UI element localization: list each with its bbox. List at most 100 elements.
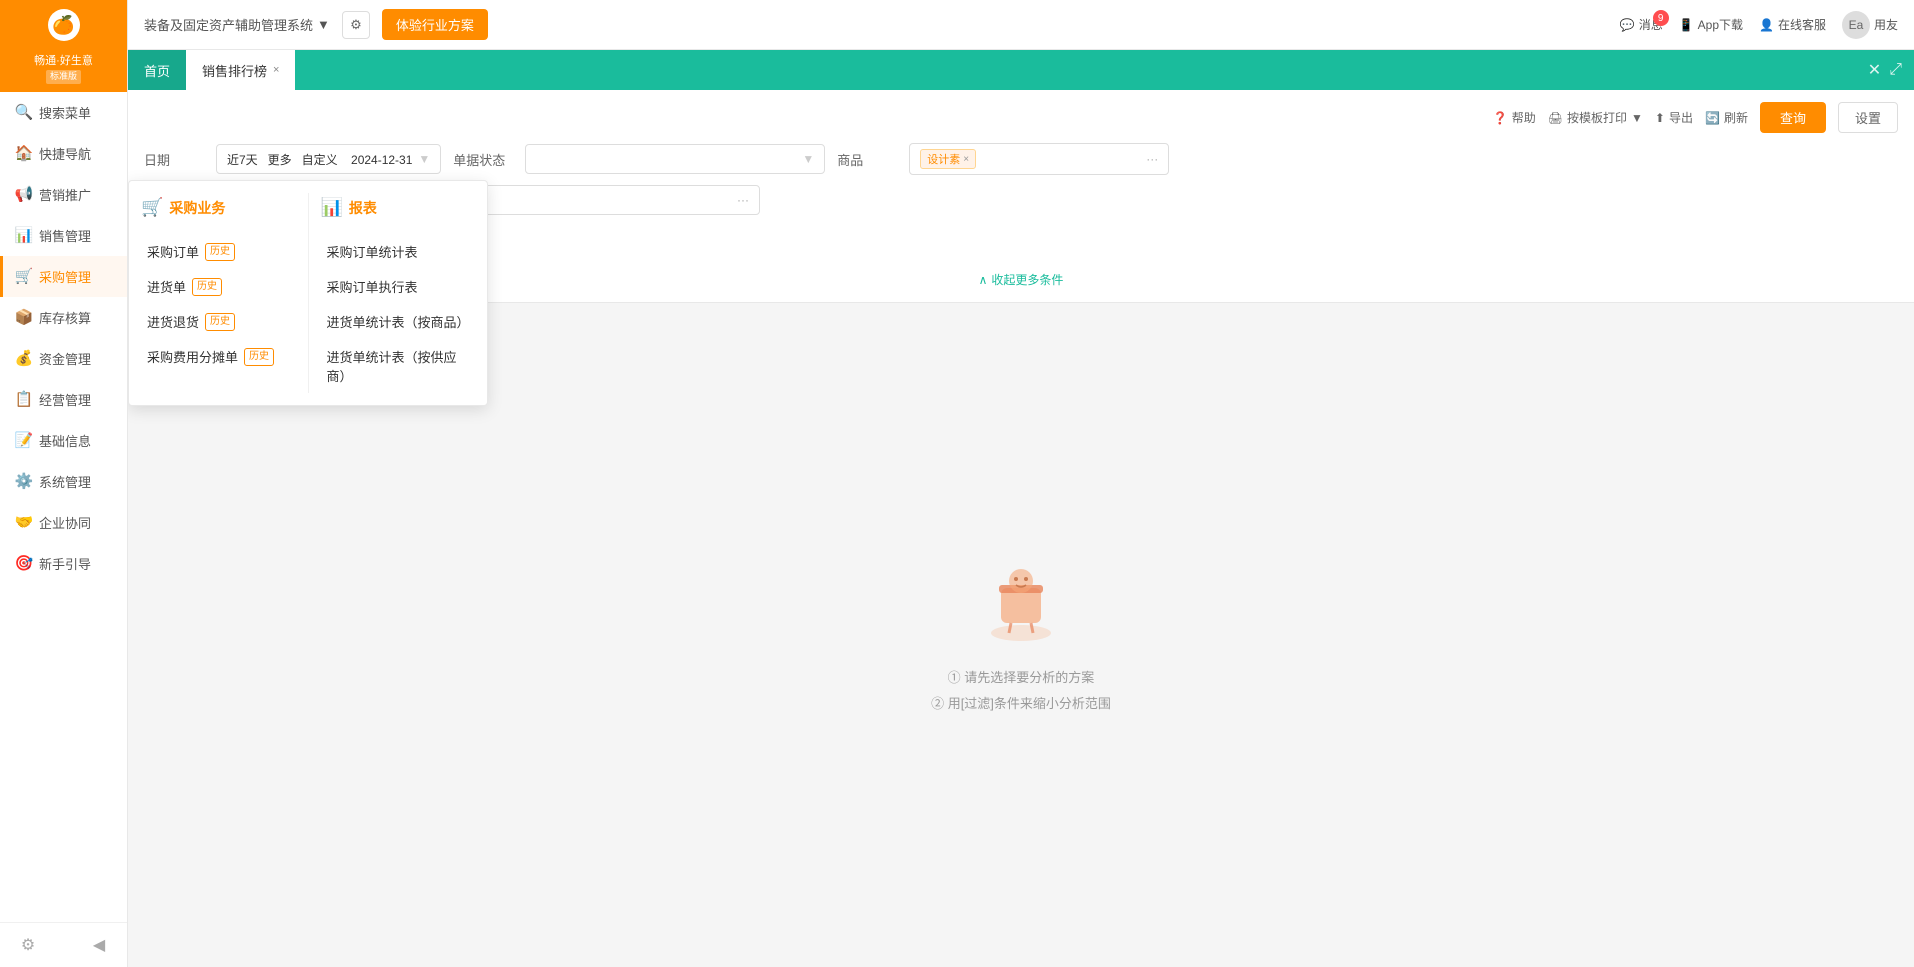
date-range-value: 近7天 更多 自定义 2024-12-31	[227, 151, 412, 168]
sidebar-logo: 🍊	[0, 0, 127, 50]
print-btn[interactable]: 🖨 按模板打印 ▼	[1548, 109, 1643, 126]
goods-label: 商品	[837, 150, 897, 169]
help-btn[interactable]: ❓ 帮助	[1493, 109, 1536, 126]
sidebar-item-finance[interactable]: 💰 资金管理	[0, 338, 127, 379]
brand-tag: 标准版	[46, 70, 81, 84]
date-range-select[interactable]: 近7天 更多 自定义 2024-12-31 ▼	[216, 144, 441, 174]
content-area: ❓ 帮助 🖨 按模板打印 ▼ ⬆ 导出 🔄 刷新 查询 设置	[128, 90, 1914, 967]
sidebar-label-nav: 快捷导航	[39, 144, 91, 163]
purchase-order-badge: 历史	[205, 243, 235, 261]
sidebar-brand: 畅通·好生意 标准版	[0, 50, 127, 92]
sidebar-label-operation: 经营管理	[39, 390, 91, 409]
voucher-status-select[interactable]: ▼	[525, 144, 825, 174]
home-icon: 🏠	[15, 144, 33, 162]
dropdown-item-order-exec[interactable]: 采购订单执行表	[321, 269, 476, 304]
message-badge: 9	[1653, 10, 1669, 26]
system-title-select[interactable]: 装备及固定资产辅助管理系统 ▼	[144, 15, 330, 34]
app-label: App下载	[1698, 16, 1743, 33]
sidebar-item-inventory[interactable]: 📦 库存核算	[0, 297, 127, 338]
sales-icon: 📊	[15, 226, 33, 244]
tabbar-close-icon[interactable]: ✕	[1868, 60, 1881, 80]
empty-line1: ① 请先选择要分析的方案	[948, 665, 1095, 691]
print-label: 按模板打印	[1567, 109, 1627, 126]
dropdown-item-inbound-by-goods[interactable]: 进货单统计表（按商品）	[321, 304, 476, 339]
sidebar-label-finance: 资金管理	[39, 349, 91, 368]
export-icon: ⬆	[1655, 111, 1665, 125]
sidebar-item-purchase[interactable]: 🛒 采购管理	[0, 256, 127, 297]
online-service-item[interactable]: 👤 在线客服	[1759, 16, 1826, 33]
footer-collapse-icon[interactable]: ◀	[87, 933, 111, 957]
empty-line1-text: 请先选择要分析的方案	[964, 670, 1094, 685]
settings-btn[interactable]: 设置	[1838, 102, 1898, 133]
tab-close-icon[interactable]: ×	[273, 64, 279, 76]
inbound-by-goods-label: 进货单统计表（按商品）	[327, 312, 470, 331]
refresh-btn[interactable]: 🔄 刷新	[1705, 109, 1748, 126]
report-col-title-text: 报表	[349, 198, 377, 218]
report-col-icon: 📊	[321, 197, 343, 218]
query-btn[interactable]: 查询	[1760, 102, 1826, 133]
inventory-icon: 📦	[15, 308, 33, 326]
topbar: 装备及固定资产辅助管理系统 ▼ ⚙ 体验行业方案 💬 消息 9 📱 App下载 …	[128, 0, 1914, 50]
tab-sales-rank-label: 销售排行榜	[202, 61, 267, 80]
dropdown-item-return[interactable]: 进货退货 历史	[141, 304, 296, 339]
sidebar-item-basic[interactable]: 📝 基础信息	[0, 420, 127, 461]
sidebar-item-operation[interactable]: 📋 经营管理	[0, 379, 127, 420]
brand-name: 畅通·好生意	[8, 54, 119, 68]
message-item[interactable]: 💬 消息 9	[1620, 16, 1663, 33]
date-range-dropdown: ▼	[418, 152, 430, 166]
user-item[interactable]: Ea 用友	[1842, 11, 1898, 39]
system-title: 装备及固定资产辅助管理系统	[144, 15, 313, 34]
export-label: 导出	[1669, 109, 1693, 126]
user-label: 用友	[1874, 16, 1898, 33]
dropdown-item-expense[interactable]: 采购费用分摊单 历史	[141, 339, 296, 374]
goods-select[interactable]: 设计素 × ···	[909, 143, 1169, 175]
sidebar-item-nav[interactable]: 🏠 快捷导航	[0, 133, 127, 174]
purchase-col-icon: 🛒	[141, 197, 163, 218]
tab-sales-rank[interactable]: 销售排行榜 ×	[186, 50, 295, 90]
tabbar: 首页 销售排行榜 × ✕ ⤢	[128, 50, 1914, 90]
industry-btn[interactable]: 体验行业方案	[382, 9, 488, 40]
sidebar-label-marketing: 营销推广	[39, 185, 91, 204]
purchase-order-label: 采购订单	[147, 242, 199, 261]
purchase-col-title: 🛒 采购业务	[141, 193, 296, 222]
expense-label: 采购费用分摊单	[147, 347, 238, 366]
footer-settings-icon[interactable]: ⚙	[16, 933, 40, 957]
tabbar-expand-icon[interactable]: ⤢	[1889, 61, 1902, 79]
dropdown-item-inbound-by-supplier[interactable]: 进货单统计表（按供应商）	[321, 339, 476, 393]
sidebar-item-sales[interactable]: 📊 销售管理	[0, 215, 127, 256]
print-icon: 🖨	[1548, 111, 1563, 125]
sidebar: 🍊 畅通·好生意 标准版 🔍 搜索菜单 🏠 快捷导航 📢 营销推广 📊 销售管理…	[0, 0, 128, 967]
salesperson-select[interactable]: ···	[460, 185, 760, 215]
sidebar-item-cooperation[interactable]: 🤝 企业协同	[0, 502, 127, 543]
export-btn[interactable]: ⬆ 导出	[1655, 109, 1693, 126]
inbound-label: 进货单	[147, 277, 186, 296]
sidebar-item-search[interactable]: 🔍 搜索菜单	[0, 92, 127, 133]
print-dropdown-icon: ▼	[1631, 111, 1643, 125]
finance-icon: 💰	[15, 349, 33, 367]
tab-home[interactable]: 首页	[128, 50, 186, 90]
goods-tag-text: 设计素	[927, 151, 960, 167]
collapse-up-icon: ∧	[979, 273, 988, 287]
sidebar-label-inventory: 库存核算	[39, 308, 91, 327]
inbound-by-supplier-label: 进货单统计表（按供应商）	[327, 347, 470, 385]
sidebar-label-guide: 新手引导	[39, 554, 91, 573]
goods-tag-close[interactable]: ×	[963, 154, 969, 165]
sidebar-item-system[interactable]: ⚙️ 系统管理	[0, 461, 127, 502]
app-download-item[interactable]: 📱 App下载	[1679, 16, 1743, 33]
topbar-dropdown-icon: ▼	[317, 17, 330, 32]
logo-icon: 🍊	[48, 9, 80, 41]
main-content: 装备及固定资产辅助管理系统 ▼ ⚙ 体验行业方案 💬 消息 9 📱 App下载 …	[128, 0, 1914, 967]
report-col-title: 📊 报表	[321, 193, 476, 222]
dropdown-item-order-stat[interactable]: 采购订单统计表	[321, 234, 476, 269]
purchase-col-title-text: 采购业务	[169, 198, 225, 218]
sidebar-item-guide[interactable]: 🎯 新手引导	[0, 543, 127, 584]
tabbar-actions: ✕ ⤢	[1868, 60, 1914, 80]
dropdown-item-purchase-order[interactable]: 采购订单 历史	[141, 234, 296, 269]
order-stat-label: 采购订单统计表	[327, 242, 418, 261]
tab-home-label: 首页	[144, 61, 170, 80]
marketing-icon: 📢	[15, 185, 33, 203]
sidebar-item-marketing[interactable]: 📢 营销推广	[0, 174, 127, 215]
user-avatar: Ea	[1842, 11, 1870, 39]
topbar-settings-button[interactable]: ⚙	[342, 11, 370, 39]
dropdown-item-inbound[interactable]: 进货单 历史	[141, 269, 296, 304]
